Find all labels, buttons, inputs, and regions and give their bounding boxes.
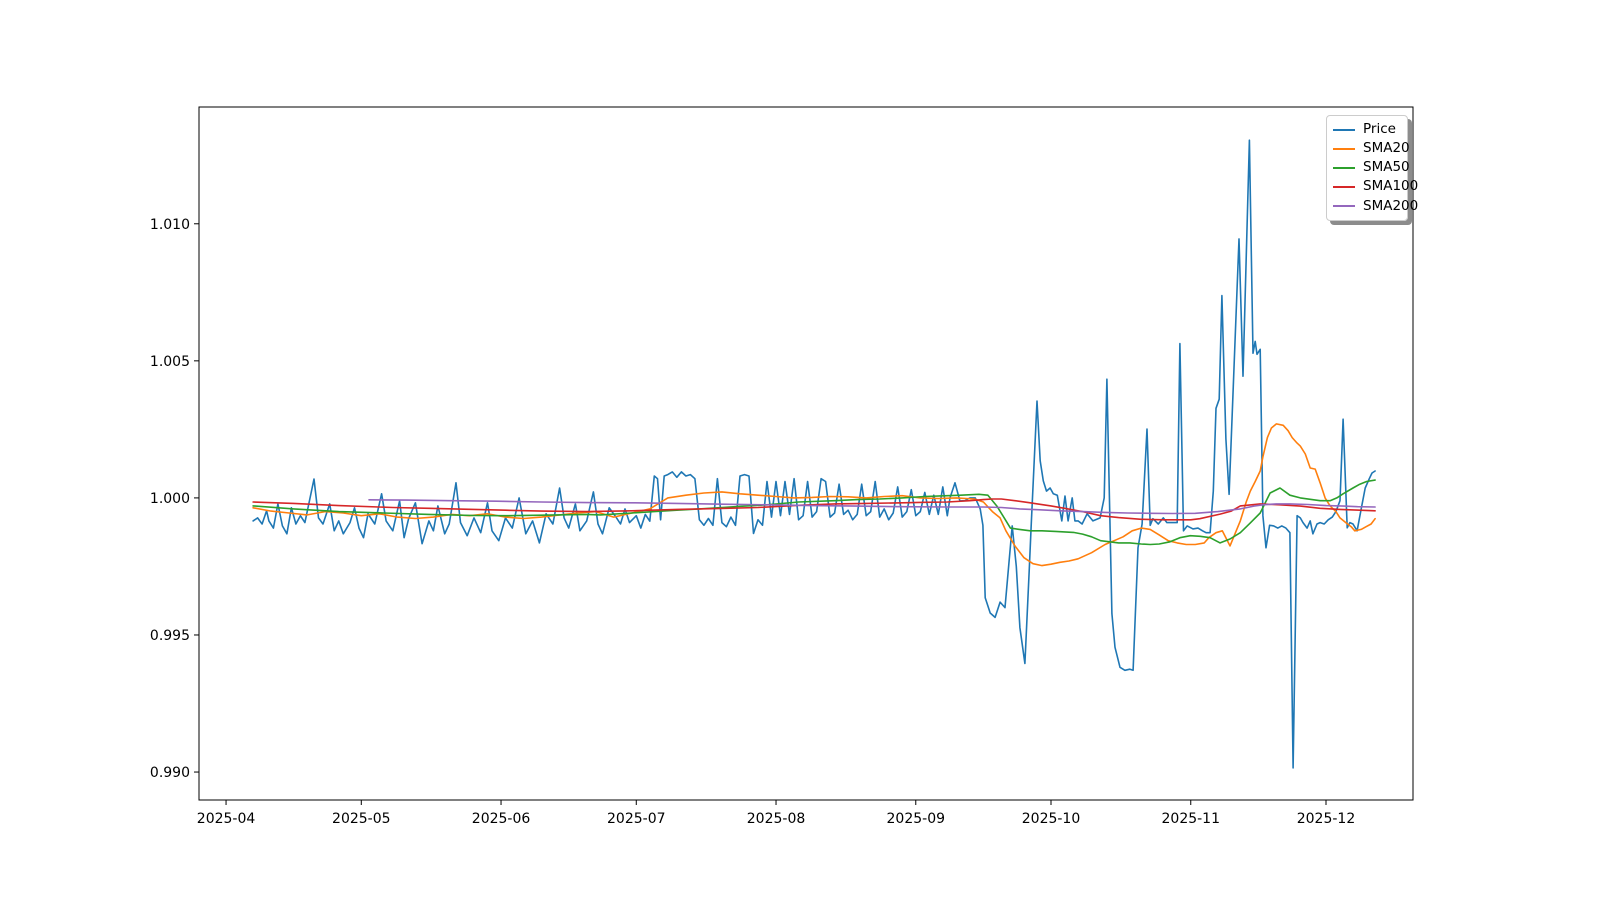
y-tick-label: 0.990 [150,765,190,781]
legend-item-price: Price [1333,120,1401,139]
legend-label-sma200: SMA200 [1363,197,1419,214]
figure: 2025-04 2025-05 2025-06 2025-07 2025-08 2025-… [0,0,1600,900]
x-tick-label: 2025-10 [1022,811,1081,827]
sma50-line-sample-icon [1333,166,1355,169]
legend-label-price: Price [1363,120,1396,137]
legend: Price SMA20 SMA50 SMA100 SMA200 [1326,115,1418,221]
sma20-line-sample-icon [1333,147,1355,150]
sma200-line-sample-icon [1333,205,1355,208]
x-tick-label: 2025-04 [197,811,256,827]
x-tick-label: 2025-07 [607,811,666,827]
legend-item-sma100: SMA100 [1333,178,1418,197]
x-tick-label: 2025-12 [1297,811,1356,827]
legend-label-sma20: SMA20 [1363,140,1410,157]
price-line-sample-icon [1333,128,1355,131]
x-tick-label: 2025-11 [1162,811,1221,827]
y-tick-label: 1.005 [150,354,190,370]
x-tick-label: 2025-08 [747,811,806,827]
sma100-line-sample-icon [1333,186,1355,189]
y-tick-label: 1.010 [150,217,190,233]
y-tick-label: 0.995 [150,628,190,644]
legend-item-sma20: SMA20 [1333,139,1410,158]
legend-label-sma100: SMA100 [1363,178,1419,195]
x-tick-label: 2025-09 [887,811,946,827]
x-tick-label: 2025-05 [332,811,391,827]
legend-item-sma50: SMA50 [1333,158,1410,177]
y-tick-label: 1.000 [150,491,190,507]
legend-item-sma200: SMA200 [1333,197,1418,216]
legend-label-sma50: SMA50 [1363,159,1410,176]
sma20-line [252,423,1376,567]
price-line [252,139,1376,769]
x-tick-label: 2025-06 [472,811,531,827]
